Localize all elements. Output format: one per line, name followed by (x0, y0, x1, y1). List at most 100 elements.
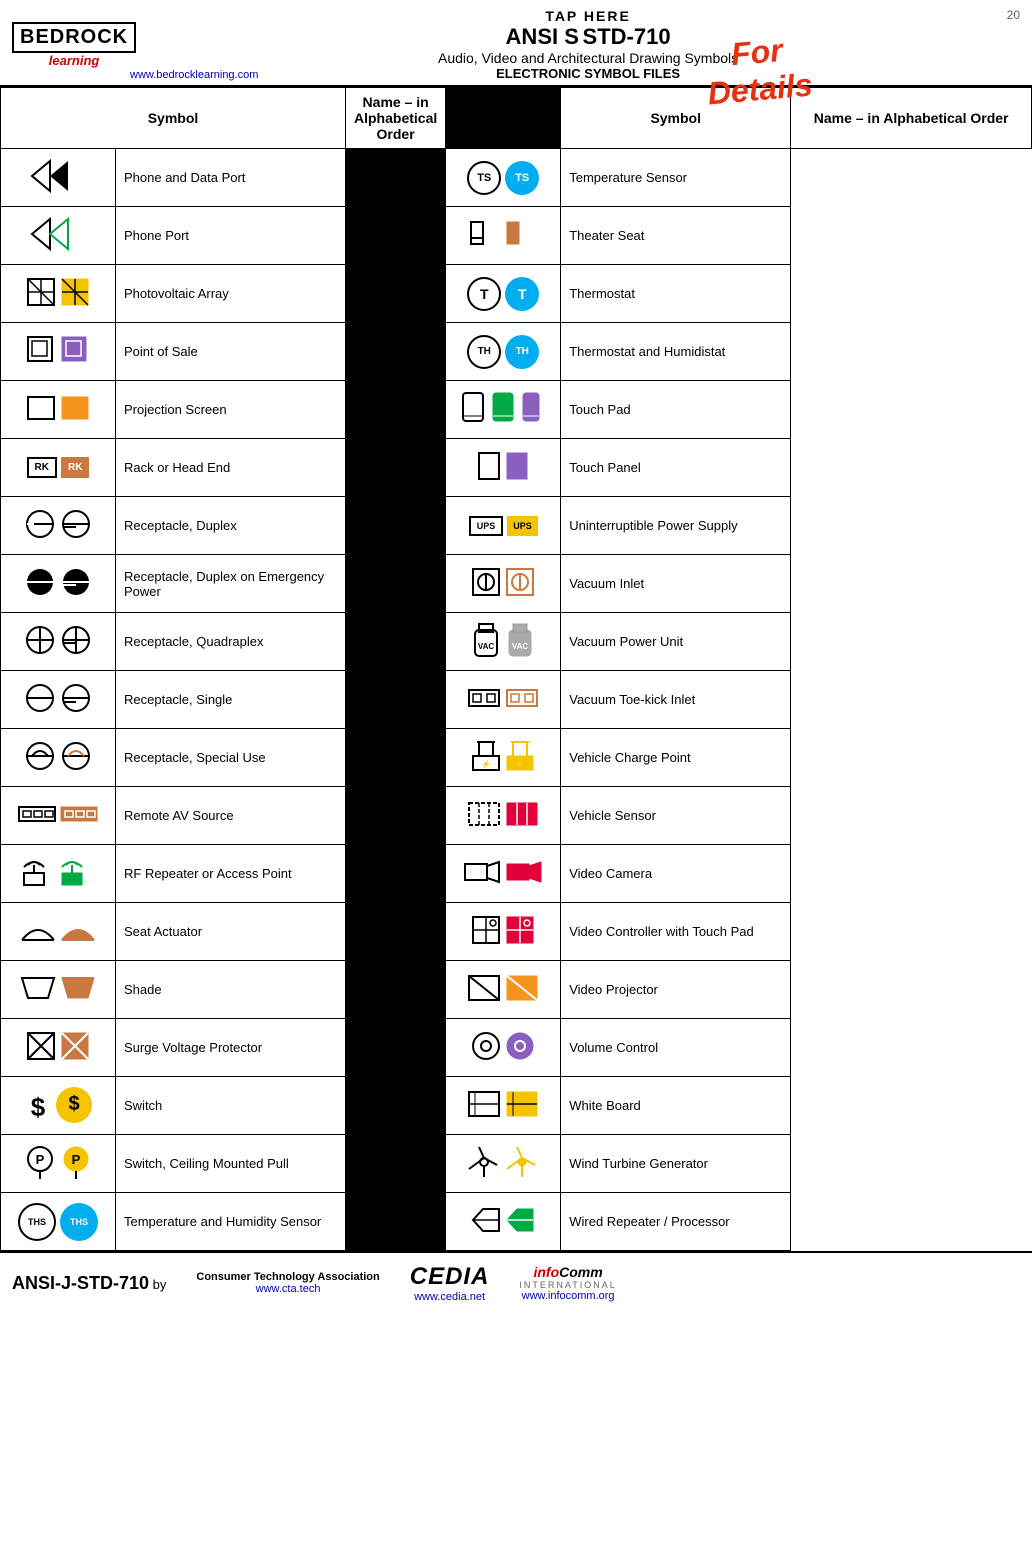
svg-text:⚡: ⚡ (481, 759, 491, 769)
right-name: Uninterruptible Power Supply (561, 497, 791, 555)
logo: BEDROCK learning (12, 22, 136, 68)
table-row: THS THS Temperature and Humidity Sensor (1, 1193, 1032, 1251)
right-symbol: ⚡ ⚡ (446, 729, 561, 787)
left-name: Seat Actuator (116, 903, 346, 961)
right-name: Temperature Sensor (561, 149, 791, 207)
right-symbol (446, 903, 561, 961)
left-name: RF Repeater or Access Point (116, 845, 346, 903)
right-symbol: TH TH (446, 323, 561, 381)
right-symbol (446, 671, 561, 729)
left-symbol (1, 845, 116, 903)
table-row: Seat Actuator (1, 903, 1032, 961)
page-number: 20 (1007, 8, 1020, 22)
table-row: Receptacle, Duplex on Emergency Power (1, 555, 1032, 613)
right-symbol (446, 439, 561, 497)
left-name: Switch, Ceiling Mounted Pull (116, 1135, 346, 1193)
right-name: Vacuum Power Unit (561, 613, 791, 671)
table-row: Shade Video Projector (1, 961, 1032, 1019)
right-symbol (446, 1019, 561, 1077)
table-row: Receptacle, Special Use ⚡ (1, 729, 1032, 787)
right-name: Video Controller with Touch Pad (561, 903, 791, 961)
left-symbol (1, 265, 116, 323)
left-symbol: $ $ (1, 1077, 116, 1135)
svg-text:VAC: VAC (512, 642, 529, 651)
right-name: Vehicle Sensor (561, 787, 791, 845)
left-name: Projection Screen (116, 381, 346, 439)
left-symbol: RK RK (1, 439, 116, 497)
table-row: RF Repeater or Access Point Video Camera (1, 845, 1032, 903)
right-name: Touch Panel (561, 439, 791, 497)
right-symbol (446, 1135, 561, 1193)
table-row: Phone Port Theater Seat (1, 207, 1032, 265)
footer-cta: Consumer Technology Association www.cta.… (196, 1271, 379, 1295)
right-symbol (446, 1193, 561, 1251)
svg-text:P: P (36, 1152, 45, 1167)
left-symbol (1, 381, 116, 439)
table-row: Projection Screen (1, 381, 1032, 439)
right-name: Wired Repeater / Processor (561, 1193, 791, 1251)
left-symbol (1, 555, 116, 613)
cedia-link[interactable]: www.cedia.net (414, 1291, 485, 1303)
left-symbol-header: Symbol (1, 88, 346, 149)
right-name: Theater Seat (561, 207, 791, 265)
right-symbol (446, 207, 561, 265)
left-symbol (1, 903, 116, 961)
footer-cedia: CEDIA www.cedia.net (410, 1263, 490, 1303)
right-name: Vehicle Charge Point (561, 729, 791, 787)
left-symbol (1, 207, 116, 265)
table-row: Photovoltaic Array T T Thermostat (1, 265, 1032, 323)
right-symbol (446, 961, 561, 1019)
svg-text:P: P (72, 1152, 81, 1167)
right-name: Touch Pad (561, 381, 791, 439)
website-link[interactable]: www.bedrocklearning.com (130, 69, 258, 81)
footer-ansi: ANSI-J-STD-710 by (12, 1273, 166, 1294)
page-header: BEDROCK learning TAP HERE ANSI S For Det… (0, 0, 1032, 87)
logo-learning: learning (49, 53, 100, 68)
infocomm-sub: INTERNATIONAL (519, 1280, 616, 1290)
left-name: Remote AV Source (116, 787, 346, 845)
cta-name: Consumer Technology Association (196, 1271, 379, 1283)
table-row: Point of Sale TH TH Thermostat and Humid… (1, 323, 1032, 381)
svg-text:⚡: ⚡ (515, 759, 525, 769)
logo-bedrock: BEDROCK (12, 22, 136, 53)
right-symbol: VAC VAC (446, 613, 561, 671)
left-symbol (1, 149, 116, 207)
table-row: Receptacle, Duplex UPS UPS Uninterruptib… (1, 497, 1032, 555)
ansi-subtitle: Audio, Video and Architectural Drawing S… (156, 50, 1020, 66)
table-row: Receptacle, Single Vacuum Toe-kic (1, 671, 1032, 729)
left-name: Switch (116, 1077, 346, 1135)
left-symbol (1, 787, 116, 845)
table-row: RK RK Rack or Head End Touch Panel (1, 439, 1032, 497)
right-symbol (446, 845, 561, 903)
left-name: Surge Voltage Protector (116, 1019, 346, 1077)
right-symbol (446, 555, 561, 613)
left-name: Receptacle, Duplex (116, 497, 346, 555)
right-symbol: UPS UPS (446, 497, 561, 555)
left-name: Shade (116, 961, 346, 1019)
right-name: Video Projector (561, 961, 791, 1019)
left-symbol: P P (1, 1135, 116, 1193)
cedia-name: CEDIA (410, 1263, 490, 1291)
for-details-overlay[interactable]: For Details (703, 30, 814, 113)
tap-here-label[interactable]: TAP HERE (156, 8, 1020, 24)
left-symbol (1, 497, 116, 555)
page-footer: ANSI-J-STD-710 by Consumer Technology As… (0, 1251, 1032, 1313)
cta-link[interactable]: www.cta.tech (256, 1283, 321, 1295)
infocomm-link[interactable]: www.infocomm.org (522, 1290, 615, 1302)
left-symbol (1, 323, 116, 381)
right-name: Volume Control (561, 1019, 791, 1077)
ansi-title: ANSI S (506, 24, 579, 49)
left-name: Phone and Data Port (116, 149, 346, 207)
table-row: Remote AV Source Vehicle Sensor (1, 787, 1032, 845)
left-symbol (1, 613, 116, 671)
left-symbol (1, 729, 116, 787)
left-name: Phone Port (116, 207, 346, 265)
left-name: Temperature and Humidity Sensor (116, 1193, 346, 1251)
left-symbol (1, 961, 116, 1019)
right-symbol (446, 1077, 561, 1135)
left-name: Receptacle, Quadraplex (116, 613, 346, 671)
svg-text:VAC: VAC (478, 642, 495, 651)
left-symbol (1, 1019, 116, 1077)
right-name: Vacuum Inlet (561, 555, 791, 613)
table-row: $ $ Switch (1, 1077, 1032, 1135)
